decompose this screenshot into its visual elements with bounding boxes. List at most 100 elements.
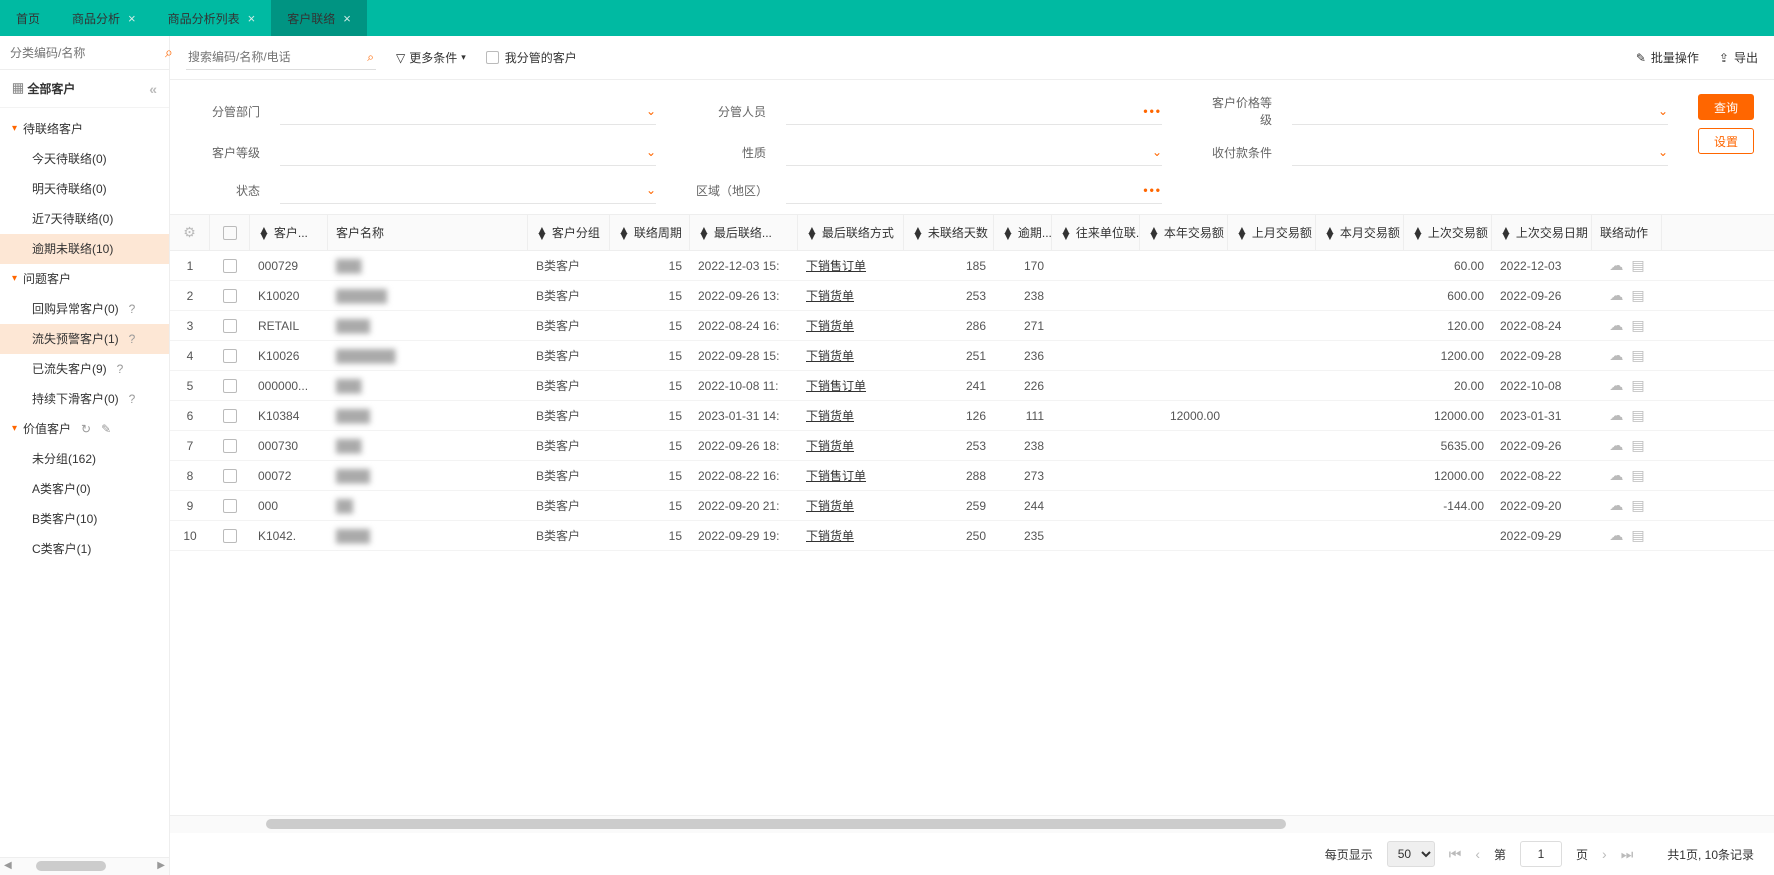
sort-icon[interactable]: ▲▼ [618,227,630,239]
help-icon[interactable]: ? [129,390,136,408]
scroll-left-icon[interactable]: ◀ [4,860,12,871]
row-checkbox[interactable] [210,401,250,430]
qr-icon[interactable]: ▤ [1631,287,1644,304]
filter-input[interactable]: ••• [786,176,1162,204]
last-page-icon[interactable]: ⏭ [1621,846,1634,863]
filter-field[interactable]: 状态⌄ [190,176,656,204]
sidebar-item[interactable]: 已流失客户(9) ? [0,354,169,384]
filter-input[interactable]: ⌄ [280,138,656,166]
sidebar-item[interactable]: 逾期未联络(10) [0,234,169,264]
more-conditions-button[interactable]: ▽ 更多条件 ▾ [396,49,466,66]
help-icon[interactable]: ? [129,330,136,348]
table-row[interactable]: 7000730███B类客户152022-09-26 18:下销货单253238… [170,431,1774,461]
chevron-down-icon[interactable]: ⌄ [1658,104,1668,118]
column-header-cycle[interactable]: ▲▼联络周期 [610,215,690,250]
chevron-down-icon[interactable]: ⌄ [646,145,656,159]
filter-field[interactable]: 性质⌄ [696,138,1162,166]
table-row[interactable]: 9000██B类客户152022-09-20 21:下销货单259244-144… [170,491,1774,521]
filter-input[interactable]: ⌄ [1292,138,1668,166]
sort-icon[interactable]: ▲▼ [258,227,270,239]
close-icon[interactable]: × [248,11,256,26]
per-page-select[interactable]: 50 [1387,841,1435,867]
close-icon[interactable]: × [128,11,136,26]
prev-page-icon[interactable]: ‹ [1475,846,1480,862]
qr-icon[interactable]: ▤ [1631,407,1644,424]
search-box[interactable]: ⌕ [186,46,376,70]
column-header-lastm[interactable]: ▲▼上月交易额 [1228,215,1316,250]
sidebar-group[interactable]: ▾问题客户 [0,264,169,294]
sidebar-item[interactable]: C类客户(1) [0,534,169,564]
next-page-icon[interactable]: › [1602,846,1607,862]
column-header-lastway[interactable]: ▲▼最后联络方式 [798,215,904,250]
cell-lastway[interactable]: 下销货单 [798,521,904,550]
cell-lastway[interactable]: 下销售订单 [798,371,904,400]
qr-icon[interactable]: ▤ [1631,497,1644,514]
wechat-icon[interactable]: ☁ [1609,407,1623,424]
cell-lastway[interactable]: 下销售订单 [798,461,904,490]
cell-lastway[interactable]: 下销货单 [798,311,904,340]
table-h-scrollbar[interactable] [170,815,1774,833]
scrollbar-thumb[interactable] [36,861,106,871]
filter-field[interactable]: 收付款条件⌄ [1202,138,1668,166]
qr-icon[interactable]: ▤ [1631,317,1644,334]
sidebar-item[interactable]: 流失预警客户(1) ? [0,324,169,354]
filter-input[interactable]: ⌄ [280,176,656,204]
tab-客户联络[interactable]: 客户联络× [271,0,367,36]
collapse-sidebar-icon[interactable]: « [149,81,157,97]
table-row[interactable]: 6K10384████B类客户152023-01-31 14:下销货单12611… [170,401,1774,431]
more-icon[interactable]: ••• [1143,183,1162,197]
scrollbar-thumb[interactable] [266,819,1286,829]
cell-lastway[interactable]: 下销售订单 [798,251,904,280]
column-header-lastdate[interactable]: ▲▼上次交易日期 [1492,215,1592,250]
help-icon[interactable]: ? [129,300,136,318]
tab-商品分析[interactable]: 商品分析× [56,0,152,36]
qr-icon[interactable]: ▤ [1631,437,1644,454]
sort-icon[interactable]: ▲▼ [806,227,818,239]
search-icon[interactable]: ⌕ [367,50,374,65]
sidebar-item[interactable]: B类客户(10) [0,504,169,534]
my-customers-checkbox[interactable]: 我分管的客户 [486,49,577,66]
wechat-icon[interactable]: ☁ [1609,347,1623,364]
sidebar-item[interactable]: 回购异常客户(0) ? [0,294,169,324]
cell-lastway[interactable]: 下销货单 [798,341,904,370]
more-icon[interactable]: ••• [1143,104,1162,118]
cell-lastway[interactable]: 下销货单 [798,281,904,310]
sidebar-search[interactable]: ⌕ [0,36,169,70]
qr-icon[interactable]: ▤ [1631,467,1644,484]
column-header-overdue[interactable]: ▲▼逾期... [994,215,1052,250]
column-header-thism[interactable]: ▲▼本月交易额 [1316,215,1404,250]
refresh-icon[interactable]: ↻ [81,420,91,438]
wechat-icon[interactable]: ☁ [1609,377,1623,394]
table-row[interactable]: 3RETAIL████B类客户152022-08-24 16:下销货单28627… [170,311,1774,341]
row-checkbox[interactable] [210,491,250,520]
qr-icon[interactable]: ▤ [1631,347,1644,364]
filter-field[interactable]: 分管人员••• [696,94,1162,128]
first-page-icon[interactable]: ⏮ [1449,846,1462,863]
close-icon[interactable]: × [343,11,351,26]
column-header-nodays[interactable]: ▲▼未联络天数 [904,215,994,250]
column-header-chk[interactable] [210,215,250,250]
sidebar-item[interactable]: A类客户(0) [0,474,169,504]
sort-icon[interactable]: ▲▼ [912,227,924,239]
row-checkbox[interactable] [210,371,250,400]
table-row[interactable]: 4K10026███████B类客户152022-09-28 15:下销货单25… [170,341,1774,371]
filter-input[interactable]: ⌄ [1292,97,1668,125]
column-header-lastamt[interactable]: ▲▼上次交易额 [1404,215,1492,250]
sidebar-group[interactable]: ▾价值客户 ↻ ✎ [0,414,169,444]
wechat-icon[interactable]: ☁ [1609,467,1623,484]
table-row[interactable]: 2K10020██████B类客户152022-09-26 13:下销货单253… [170,281,1774,311]
column-header-yr[interactable]: ▲▼本年交易额 [1140,215,1228,250]
page-input[interactable] [1520,841,1562,867]
sort-icon[interactable]: ▲▼ [1060,227,1072,239]
sidebar-group[interactable]: ▾待联络客户 [0,114,169,144]
filter-field[interactable]: 客户价格等级⌄ [1202,94,1668,128]
column-header-unit[interactable]: ▲▼往来单位联... [1052,215,1140,250]
filter-input[interactable]: ⌄ [786,138,1162,166]
tab-首页[interactable]: 首页 [0,0,56,36]
filter-field[interactable]: 分管部门⌄ [190,94,656,128]
sort-icon[interactable]: ▲▼ [536,227,548,239]
query-button[interactable]: 查询 [1698,94,1754,120]
chevron-down-icon[interactable]: ⌄ [646,104,656,118]
filter-input[interactable]: ••• [786,97,1162,125]
sort-icon[interactable]: ▲▼ [1148,227,1160,239]
